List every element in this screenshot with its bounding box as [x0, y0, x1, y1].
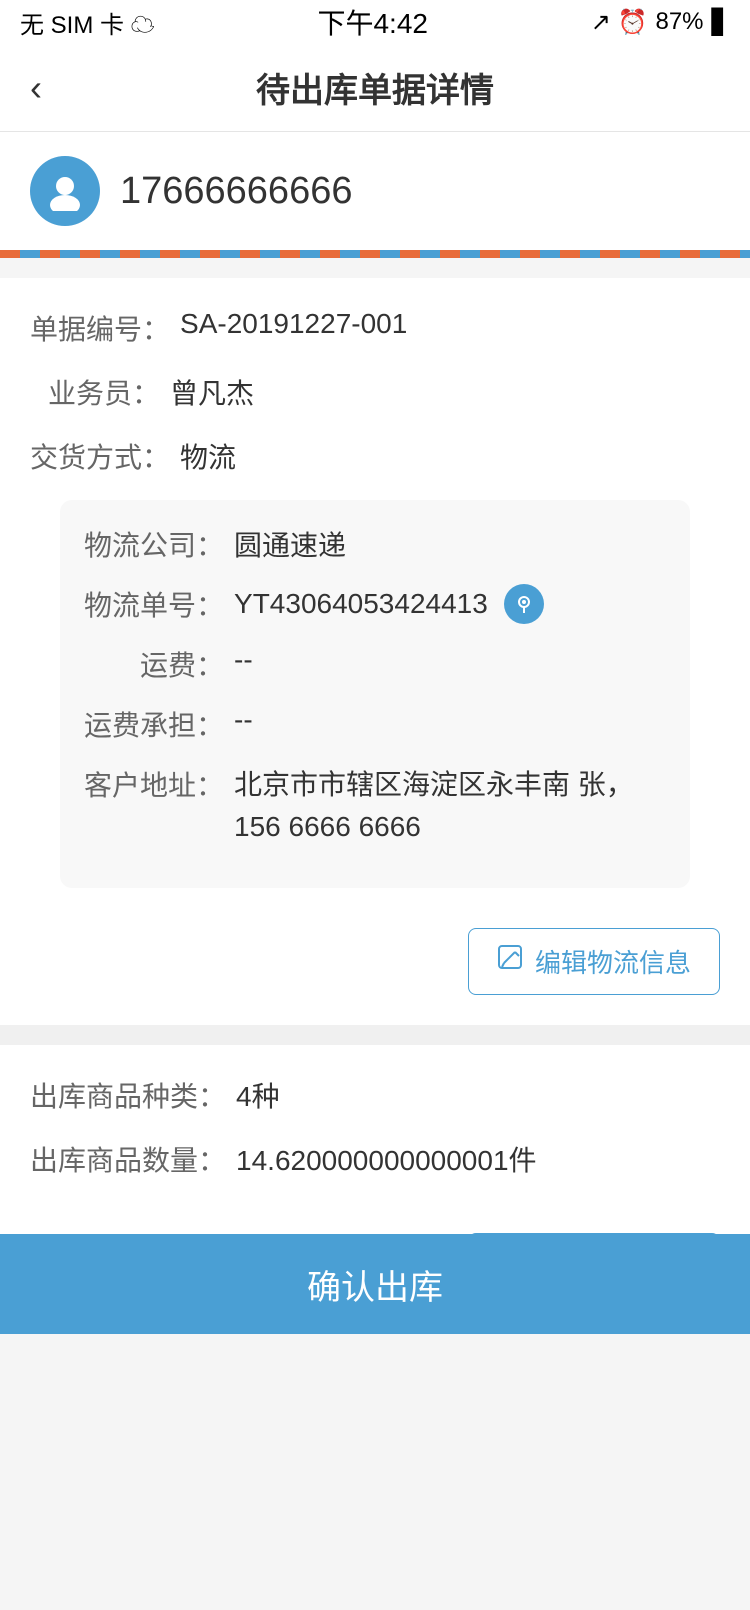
- goods-section: 出库商品种类： 4种 出库商品数量： 14.620000000000001件: [0, 1045, 750, 1223]
- sim-status: 无 SIM 卡 ☁: [20, 5, 155, 40]
- goods-type-value: 4种: [236, 1075, 280, 1115]
- status-bar: 无 SIM 卡 ☁ 下午4:42 ↗ ⏰ 87% ▋: [0, 0, 750, 44]
- battery-bar: ▋: [712, 8, 730, 37]
- order-no-row: 单据编号： SA-20191227-001: [30, 308, 720, 348]
- delivery-method-row: 交货方式： 物流: [30, 436, 720, 476]
- logistics-tracking-label: 物流单号：: [84, 584, 234, 624]
- battery-icon: ↗ ⏰: [591, 8, 648, 37]
- back-button[interactable]: ‹: [30, 67, 42, 109]
- freight-bearer-label: 运费承担：: [84, 704, 234, 744]
- edit-btn-row: 编辑物流信息: [0, 908, 750, 1025]
- confirm-btn-label: 确认出库: [307, 1260, 443, 1309]
- address-value: 北京市市辖区海淀区永丰南 张，156 6666 6666: [234, 764, 666, 848]
- logistics-card: 物流公司： 圆通速递 物流单号： YT43064053424413: [60, 500, 690, 888]
- logistics-tracking-value: YT43064053424413: [234, 584, 666, 624]
- avatar-icon: [45, 171, 85, 211]
- freight-bearer-row: 运费承担： --: [84, 704, 666, 744]
- logistics-company-value: 圆通速递: [234, 524, 666, 564]
- salesman-row: 业务员： 曾凡杰: [30, 372, 720, 412]
- goods-quantity-value: 14.620000000000001件: [236, 1139, 537, 1179]
- nav-bar: ‹ 待出库单据详情: [0, 44, 750, 132]
- freight-label: 运费：: [84, 644, 234, 684]
- salesman-label: 业务员：: [30, 372, 170, 412]
- address-label: 客户地址：: [84, 764, 234, 804]
- freight-value: --: [234, 644, 666, 676]
- edit-icon: [497, 944, 525, 979]
- basic-info-section: 单据编号： SA-20191227-001 业务员： 曾凡杰 交货方式： 物流 …: [0, 278, 750, 908]
- user-header: 17666666666: [0, 132, 750, 250]
- freight-row: 运费： --: [84, 644, 666, 684]
- goods-type-row: 出库商品种类： 4种: [30, 1075, 720, 1115]
- delivery-method-label: 交货方式：: [30, 436, 180, 476]
- pencil-icon: [497, 944, 525, 972]
- goods-type-label: 出库商品种类：: [30, 1075, 236, 1115]
- section-divider-1: [0, 1025, 750, 1045]
- page-title: 待出库单据详情: [256, 63, 494, 112]
- edit-logistics-button[interactable]: 编辑物流信息: [468, 928, 720, 995]
- status-right: ↗ ⏰ 87% ▋: [591, 8, 730, 37]
- logistics-tracking-row: 物流单号： YT43064053424413: [84, 584, 666, 624]
- avatar: [30, 156, 100, 226]
- location-icon[interactable]: [504, 584, 544, 624]
- freight-bearer-value: --: [234, 704, 666, 736]
- order-no-label: 单据编号：: [30, 308, 180, 348]
- goods-quantity-row: 出库商品数量： 14.620000000000001件: [30, 1139, 720, 1179]
- order-no-value: SA-20191227-001: [180, 308, 720, 340]
- delivery-method-value: 物流: [180, 436, 720, 476]
- edit-btn-label: 编辑物流信息: [535, 943, 691, 980]
- empty-space: [0, 1330, 750, 1510]
- logistics-company-label: 物流公司：: [84, 524, 234, 564]
- dashed-separator: [0, 250, 750, 258]
- user-phone: 17666666666: [120, 170, 352, 213]
- status-left: 无 SIM 卡 ☁: [20, 5, 155, 40]
- battery-level: 87%: [655, 8, 703, 36]
- salesman-value: 曾凡杰: [170, 372, 720, 412]
- status-time: 下午4:42: [317, 2, 428, 42]
- back-icon: ‹: [30, 67, 42, 108]
- logistics-company-row: 物流公司： 圆通速递: [84, 524, 666, 564]
- map-pin-icon: [513, 593, 535, 615]
- confirm-button[interactable]: 确认出库: [0, 1234, 750, 1334]
- page: 无 SIM 卡 ☁ 下午4:42 ↗ ⏰ 87% ▋ ‹ 待出库单据详情 176…: [0, 0, 750, 1610]
- address-row: 客户地址： 北京市市辖区海淀区永丰南 张，156 6666 6666: [84, 764, 666, 848]
- goods-quantity-label: 出库商品数量：: [30, 1139, 236, 1179]
- tracking-number: YT43064053424413: [234, 588, 488, 620]
